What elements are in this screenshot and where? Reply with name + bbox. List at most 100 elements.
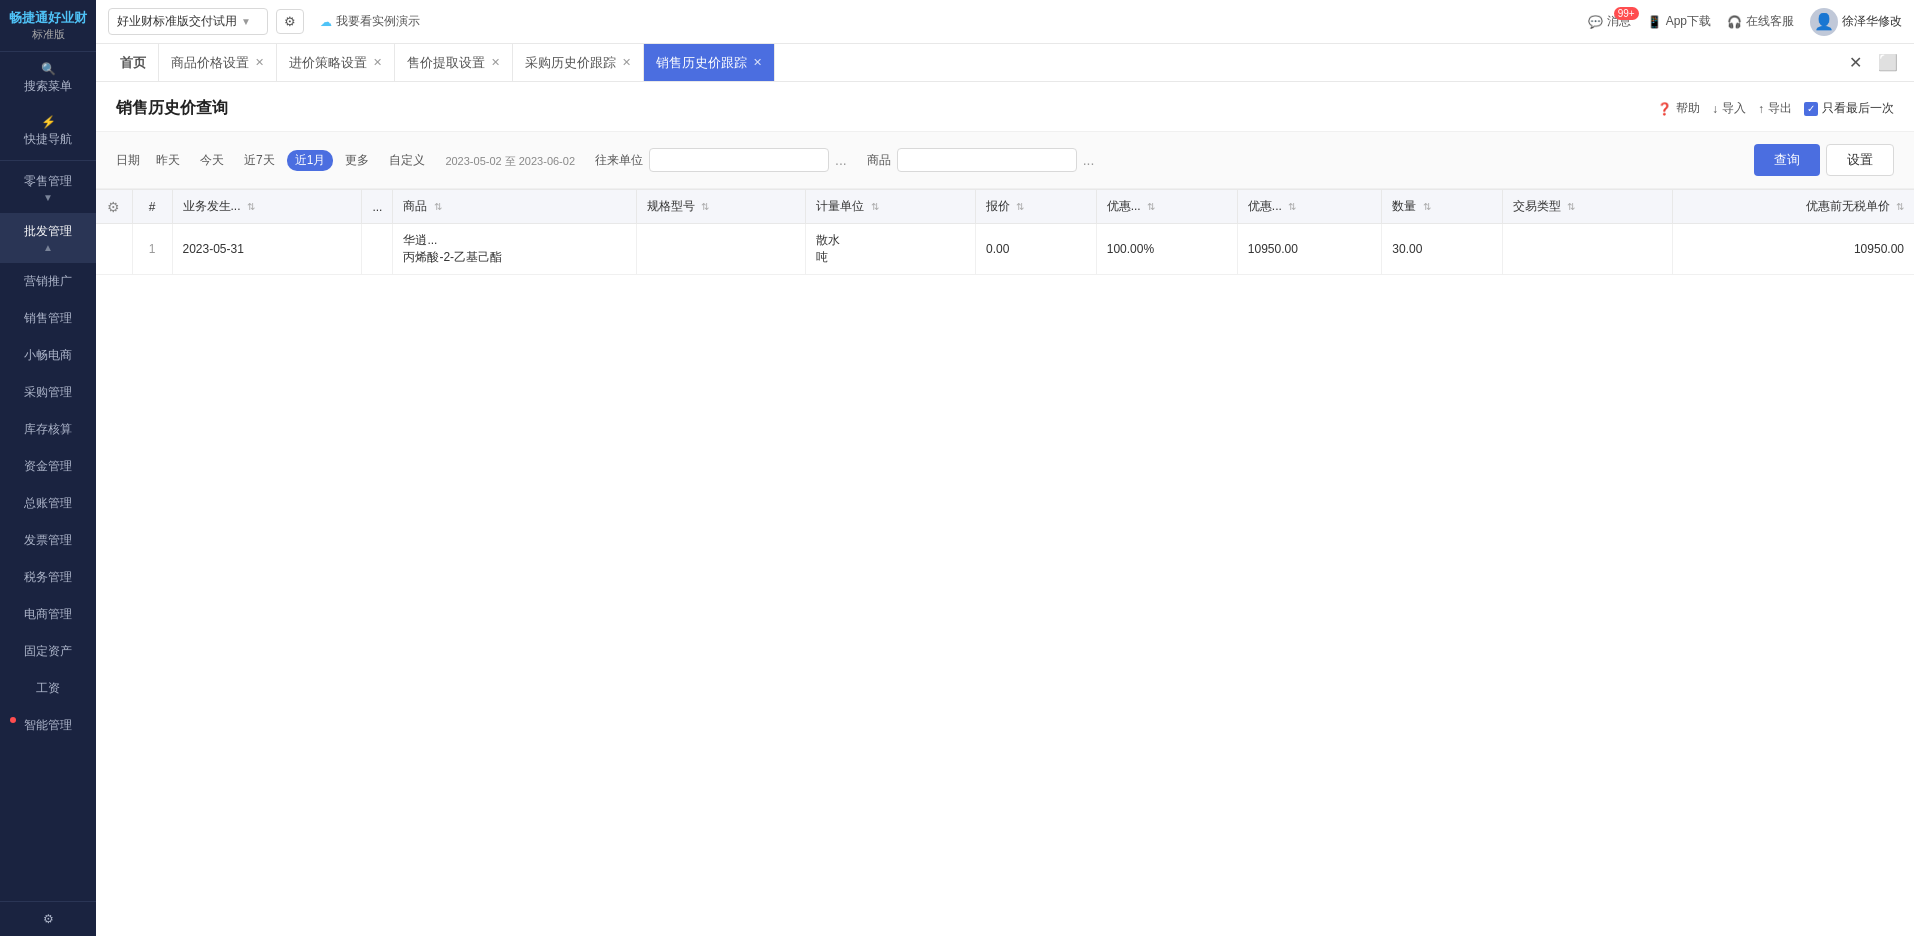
col-biz-date[interactable]: 业务发生... ⇅ <box>172 190 362 224</box>
settings-button[interactable]: 设置 <box>1826 144 1894 176</box>
mobile-icon: 📱 <box>1647 15 1662 29</box>
sidebar-item-marketing[interactable]: 营销推广 <box>0 263 96 300</box>
table-row[interactable]: 1 2023-05-31 华逍...丙烯酸-2-乙基己酯 散水吨 0.00 10… <box>96 224 1914 275</box>
demo-label: 我要看实例演示 <box>336 13 420 30</box>
table-settings-icon[interactable]: ⚙ <box>107 199 120 215</box>
tab-price-settings[interactable]: 商品价格设置 ✕ <box>159 44 277 82</box>
gear-icon: ⚙ <box>284 14 296 29</box>
date-btn-last7[interactable]: 近7天 <box>236 150 283 171</box>
tab-price-extract[interactable]: 售价提取设置 ✕ <box>395 44 513 82</box>
date-btn-yesterday[interactable]: 昨天 <box>148 150 188 171</box>
app-download-button[interactable]: 📱 App下载 <box>1647 13 1711 30</box>
help-link[interactable]: ❓ 帮助 <box>1657 100 1700 117</box>
only-last-checkbox[interactable]: ✓ 只看最后一次 <box>1804 100 1894 117</box>
goods-dots[interactable]: ... <box>1083 152 1095 168</box>
sidebar-item-quicknav[interactable]: ⚡ 快捷导航 <box>0 105 96 158</box>
workspace-selector[interactable]: 好业财标准版交付试用 ▼ <box>108 8 268 35</box>
import-link[interactable]: ↓ 导入 <box>1712 100 1746 117</box>
chevron-down-icon: ▼ <box>241 16 251 27</box>
tab-purchase-history[interactable]: 采购历史价跟踪 ✕ <box>513 44 644 82</box>
col-trade-type[interactable]: 交易类型 ⇅ <box>1503 190 1673 224</box>
row-unit-cell: 散水吨 <box>806 224 976 275</box>
tab-close-icon[interactable]: ✕ <box>373 56 382 69</box>
tab-home[interactable]: 首页 <box>108 44 159 82</box>
main-area: 好业财标准版交付试用 ▼ ⚙ ☁ 我要看实例演示 💬 消息 99+ 📱 App下… <box>96 0 1914 936</box>
supplier-input[interactable] <box>649 148 829 172</box>
col-settings[interactable]: ⚙ <box>96 190 132 224</box>
sidebar-item-retail[interactable]: 零售管理 ▼ <box>0 163 96 213</box>
sidebar-item-smart[interactable]: 智能管理 <box>0 707 96 744</box>
tab-sales-history[interactable]: 销售历史价跟踪 ✕ <box>644 44 775 82</box>
export-link[interactable]: ↑ 导出 <box>1758 100 1792 117</box>
sidebar-item-label: 库存核算 <box>24 421 72 438</box>
filter-actions: 查询 设置 <box>1754 144 1894 176</box>
brand-edition: 标准版 <box>9 27 87 41</box>
tab-close-button[interactable]: ✕ <box>1845 49 1866 76</box>
tab-restore-button[interactable]: ⬜ <box>1874 49 1902 76</box>
col-quoted-price[interactable]: 报价 ⇅ <box>975 190 1096 224</box>
tabbar: 首页 商品价格设置 ✕ 进价策略设置 ✕ 售价提取设置 ✕ 采购历史价跟踪 ✕ … <box>96 44 1914 82</box>
col-row-num: # <box>132 190 172 224</box>
demo-button[interactable]: ☁ 我要看实例演示 <box>312 9 428 34</box>
search-menu-icon: 🔍 <box>41 62 56 76</box>
online-service-button[interactable]: 🎧 在线客服 <box>1727 13 1794 30</box>
sidebar-item-inventory[interactable]: 库存核算 <box>0 411 96 448</box>
tab-purchase-strategy[interactable]: 进价策略设置 ✕ <box>277 44 395 82</box>
col-more[interactable]: ... <box>362 190 393 224</box>
sidebar-item-sales[interactable]: 销售管理 <box>0 300 96 337</box>
page-header: 销售历史价查询 ❓ 帮助 ↓ 导入 ↑ 导出 ✓ 只看最后一次 <box>96 82 1914 132</box>
sidebar-item-assets[interactable]: 固定资产 <box>0 633 96 670</box>
sidebar-item-search[interactable]: 🔍 搜索菜单 <box>0 52 96 105</box>
only-last-label: 只看最后一次 <box>1822 100 1894 117</box>
tab-close-icon[interactable]: ✕ <box>255 56 264 69</box>
data-table: ⚙ # 业务发生... ⇅ ... 商品 ⇅ <box>96 189 1914 275</box>
query-button[interactable]: 查询 <box>1754 144 1820 176</box>
tab-close-icon[interactable]: ✕ <box>753 56 762 69</box>
supplier-filter: 往来单位 ... <box>595 148 847 172</box>
sidebar-item-label: 工资 <box>36 680 60 697</box>
date-btn-last1m[interactable]: 近1月 <box>287 150 334 171</box>
row-num-cell: 1 <box>132 224 172 275</box>
date-btn-more[interactable]: 更多 <box>337 150 377 171</box>
user-name: 徐泽华修改 <box>1842 13 1902 30</box>
supplier-filter-label: 往来单位 <box>595 152 643 169</box>
goods-input[interactable] <box>897 148 1077 172</box>
sort-icon: ⇅ <box>1567 201 1575 212</box>
date-btn-today[interactable]: 今天 <box>192 150 232 171</box>
date-btn-custom[interactable]: 自定义 <box>381 150 433 171</box>
sidebar-item-invoice[interactable]: 发票管理 <box>0 522 96 559</box>
sidebar-item-label: 税务管理 <box>24 569 72 586</box>
sidebar-bottom-settings[interactable]: ⚙ <box>0 901 96 936</box>
sidebar-item-finance[interactable]: 资金管理 <box>0 448 96 485</box>
col-quantity[interactable]: 数量 ⇅ <box>1382 190 1503 224</box>
sidebar-item-ecommerce-small[interactable]: 小畅电商 <box>0 337 96 374</box>
col-goods[interactable]: 商品 ⇅ <box>393 190 636 224</box>
col-spec[interactable]: 规格型号 ⇅ <box>636 190 806 224</box>
col-discount-amt[interactable]: 优惠... ⇅ <box>1237 190 1382 224</box>
col-pretax-price[interactable]: 优惠前无税单价 ⇅ <box>1672 190 1914 224</box>
tabbar-right: ✕ ⬜ <box>1845 49 1902 76</box>
sidebar-item-tax[interactable]: 税务管理 <box>0 559 96 596</box>
tab-close-icon[interactable]: ✕ <box>622 56 631 69</box>
supplier-dots[interactable]: ... <box>835 152 847 168</box>
col-discount-pct[interactable]: 优惠... ⇅ <box>1096 190 1237 224</box>
date-range-display: 2023-05-02 至 2023-06-02 <box>445 152 575 169</box>
sort-icon: ⇅ <box>1423 201 1431 212</box>
date-filter-row: 日期 昨天 今天 近7天 近1月 更多 自定义 2023-05-02 至 202… <box>116 150 575 171</box>
tab-price-settings-label: 商品价格设置 <box>171 54 249 72</box>
col-unit[interactable]: 计量单位 ⇅ <box>806 190 976 224</box>
sidebar-item-ecommerce[interactable]: 电商管理 <box>0 596 96 633</box>
sidebar-item-payroll[interactable]: 工资 <box>0 670 96 707</box>
sidebar-item-label: 营销推广 <box>24 273 72 290</box>
sidebar-item-purchase[interactable]: 采购管理 <box>0 374 96 411</box>
sidebar-item-accounting[interactable]: 总账管理 <box>0 485 96 522</box>
messages-button[interactable]: 💬 消息 99+ <box>1588 13 1631 30</box>
sidebar-item-wholesale[interactable]: 批发管理 ▲ <box>0 213 96 263</box>
user-menu[interactable]: 👤 徐泽华修改 <box>1810 8 1902 36</box>
goods-filter: 商品 ... <box>867 148 1095 172</box>
page-actions: ❓ 帮助 ↓ 导入 ↑ 导出 ✓ 只看最后一次 <box>1657 100 1894 117</box>
row-goods-cell: 华逍...丙烯酸-2-乙基己酯 <box>393 224 636 275</box>
page-content: 销售历史价查询 ❓ 帮助 ↓ 导入 ↑ 导出 ✓ 只看最后一次 <box>96 82 1914 936</box>
tab-close-icon[interactable]: ✕ <box>491 56 500 69</box>
topbar-settings-button[interactable]: ⚙ <box>276 9 304 34</box>
